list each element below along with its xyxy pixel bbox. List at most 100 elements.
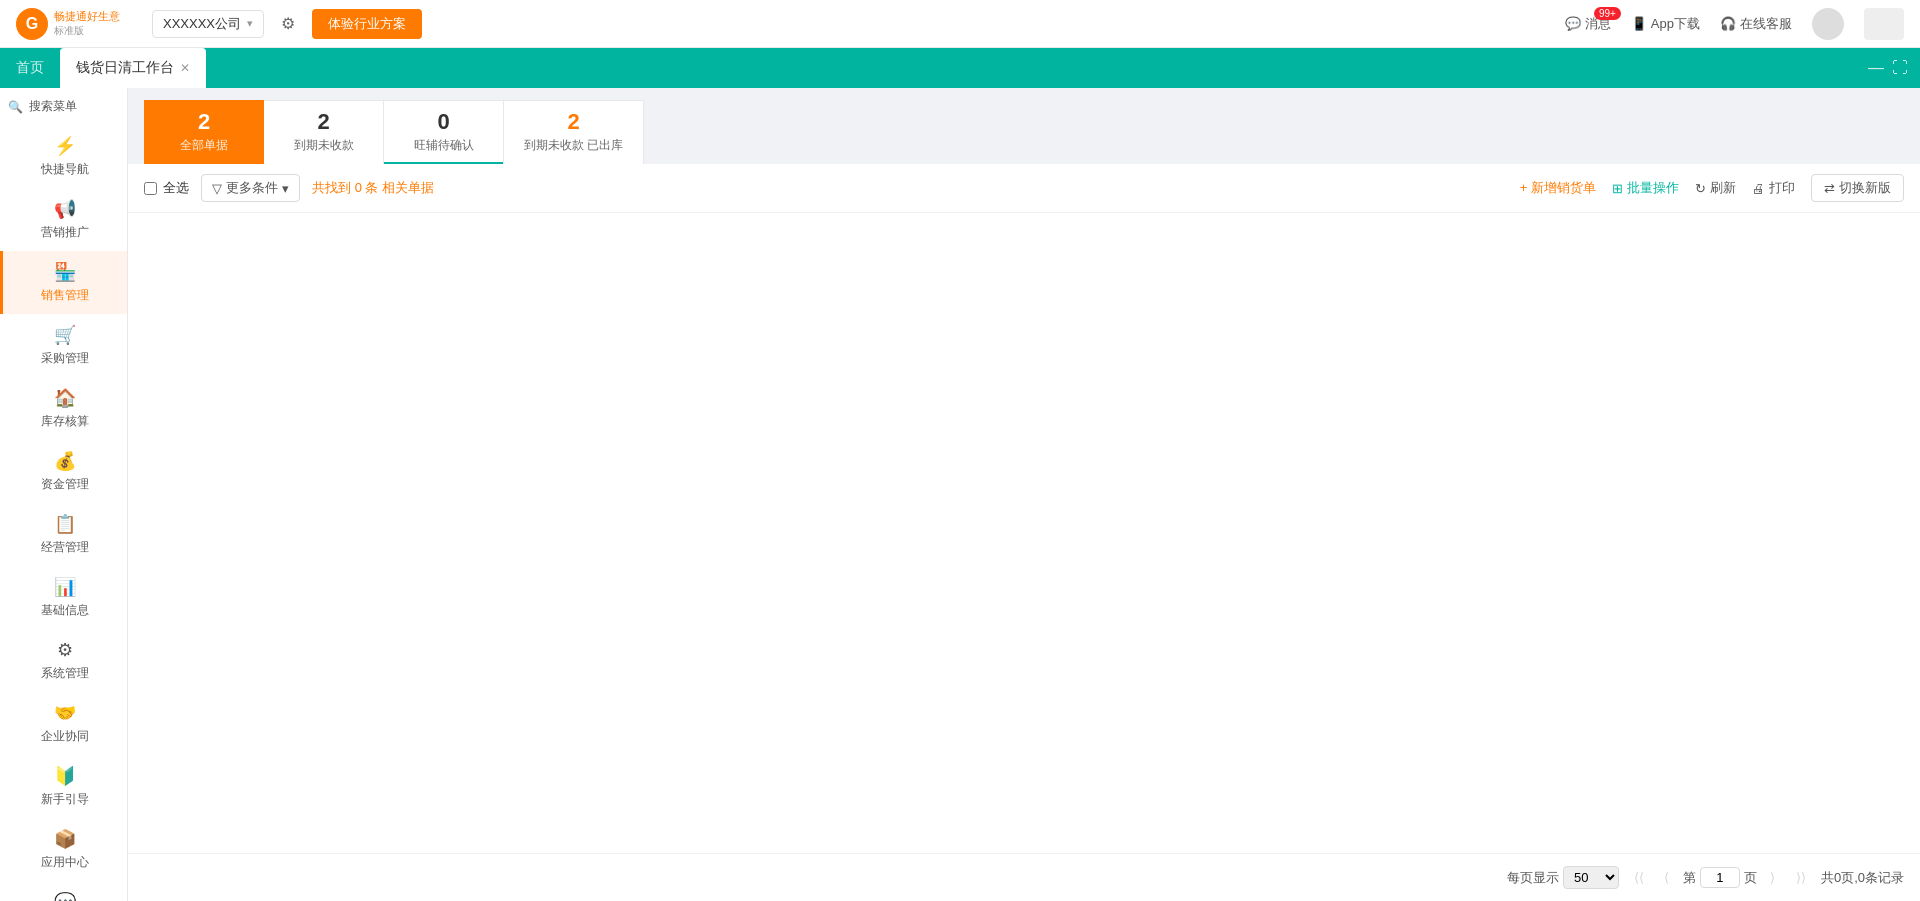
print-icon: 🖨	[1752, 181, 1765, 196]
cart-icon: 🛒	[54, 324, 76, 346]
sidebar-item-basic-info[interactable]: 📊 基础信息	[0, 566, 127, 629]
flash-icon: ⚡	[54, 135, 76, 157]
sidebar-item-inventory[interactable]: 🏠 库存核算	[0, 377, 127, 440]
message-badge: 99+	[1594, 7, 1621, 20]
main-layout: 🔍 搜索菜单 ⚡ 快捷导航 📢 营销推广 🏪 销售管理 🛒 采购管理 🏠 库存核…	[0, 88, 1920, 901]
more-filter-button[interactable]: ▽ 更多条件 ▾	[201, 174, 300, 202]
chevron-down-icon: ▾	[247, 17, 253, 30]
tab-work-station[interactable]: 钱货日清工作台 ✕	[60, 48, 206, 88]
print-button[interactable]: 🖨 打印	[1752, 179, 1795, 197]
refresh-button[interactable]: ↻ 刷新	[1695, 179, 1736, 197]
sidebar-item-quick-nav[interactable]: ⚡ 快捷导航	[0, 125, 127, 188]
money-icon: 💰	[54, 450, 76, 472]
user-menu[interactable]	[1864, 8, 1904, 40]
settings-icon[interactable]: ⚙	[272, 8, 304, 40]
stats-tabs: 2 全部单据 2 到期未收款 0 旺辅待确认 2 到期未收款 已出库	[128, 88, 1920, 164]
stat-count-all: 2	[165, 111, 243, 133]
megaphone-icon: 📢	[54, 198, 76, 220]
sidebar-item-guide[interactable]: 🔰 新手引导	[0, 755, 127, 818]
sidebar-item-purchase[interactable]: 🛒 采购管理	[0, 314, 127, 377]
sidebar-item-marketing[interactable]: 📢 营销推广	[0, 188, 127, 251]
select-all-checkbox[interactable]: 全选	[144, 179, 189, 197]
headset-icon: 🎧	[1720, 16, 1736, 31]
sidebar-item-operations[interactable]: 📋 经营管理	[0, 503, 127, 566]
company-selector[interactable]: XXXXXX公司 ▾	[152, 10, 264, 38]
company-name: XXXXXX公司	[163, 15, 241, 33]
sidebar-item-finance[interactable]: 💰 资金管理	[0, 440, 127, 503]
badge-icon: 🔰	[54, 765, 76, 787]
chevron-down-icon: ▾	[282, 181, 289, 196]
top-right-actions: 💬 消息 99+ 📱 App下载 🎧 在线客服	[1565, 8, 1904, 40]
store-icon: 🏪	[54, 261, 76, 283]
logo-text: 畅捷通好生意	[54, 9, 120, 23]
tab-home[interactable]: 首页	[0, 48, 60, 88]
message-button[interactable]: 💬 消息 99+	[1565, 15, 1611, 33]
logo-icon: G	[16, 8, 48, 40]
stat-label-wangfu: 旺辅待确认	[404, 137, 483, 154]
sidebar-item-system[interactable]: ⚙ 系统管理	[0, 629, 127, 692]
page-input[interactable]	[1700, 867, 1740, 888]
sidebar-item-wechat[interactable]: 💬 企业微信	[0, 881, 127, 901]
found-text: 共找到 0 条 相关单据	[312, 179, 434, 197]
chart-icon: 📊	[54, 576, 76, 598]
tab-close-icon[interactable]: ✕	[180, 61, 190, 75]
handshake-icon: 🤝	[54, 702, 76, 724]
stat-label-overdue-shipped: 到期未收款 已出库	[524, 137, 623, 154]
batch-icon: ⊞	[1612, 181, 1623, 196]
switch-icon: ⇄	[1824, 181, 1835, 196]
app-download-button[interactable]: 📱 App下载	[1631, 15, 1700, 33]
search-icon: 🔍	[8, 100, 23, 114]
add-sale-button[interactable]: + 新增销货单	[1520, 179, 1596, 197]
search-menu-button[interactable]: 🔍 搜索菜单	[0, 88, 127, 125]
tab-bar-right: — ⛶	[1868, 59, 1920, 77]
select-all-input[interactable]	[144, 182, 157, 195]
minimize-icon[interactable]: —	[1868, 59, 1884, 77]
pagination: 每页显示 50 20 100 ⟨⟨ ⟨ 第 页 ⟩ ⟩⟩ 共0页,0	[128, 853, 1920, 901]
download-icon: 📱	[1631, 16, 1647, 31]
logo-sub: 标准版	[54, 24, 120, 38]
page-navigation: ⟨⟨ ⟨ 第 页 ⟩ ⟩⟩	[1627, 866, 1813, 890]
avatar[interactable]	[1812, 8, 1844, 40]
content-area: 全选 ▽ 更多条件 ▾ 共找到 0 条 相关单据 + 新增销货单 ⊞	[128, 164, 1920, 901]
trial-button[interactable]: 体验行业方案	[312, 9, 422, 39]
stat-label-overdue: 到期未收款	[284, 137, 363, 154]
chat-icon: 💬	[54, 891, 76, 901]
refresh-icon: ↻	[1695, 181, 1706, 196]
tab-bar: 首页 钱货日清工作台 ✕ — ⛶	[0, 48, 1920, 88]
message-icon: 💬	[1565, 16, 1581, 31]
box-icon: 📦	[54, 828, 76, 850]
stat-count-overdue: 2	[284, 111, 363, 133]
stat-count-overdue-shipped: 2	[524, 111, 623, 133]
main-content: 2 全部单据 2 到期未收款 0 旺辅待确认 2 到期未收款 已出库	[128, 88, 1920, 901]
filter-icon: ▽	[212, 181, 222, 196]
total-records: 共0页,0条记录	[1821, 869, 1904, 887]
gear-icon: ⚙	[57, 639, 73, 661]
page-size-select[interactable]: 50 20 100	[1563, 866, 1619, 889]
clipboard-icon: 📋	[54, 513, 76, 535]
toolbar: 全选 ▽ 更多条件 ▾ 共找到 0 条 相关单据 + 新增销货单 ⊞	[128, 164, 1920, 213]
stat-tab-overdue-shipped[interactable]: 2 到期未收款 已出库	[504, 100, 644, 164]
stat-tab-wangfu[interactable]: 0 旺辅待确认	[384, 100, 504, 164]
prev-page-button[interactable]: ⟨	[1655, 866, 1679, 890]
switch-version-button[interactable]: ⇄ 切换新版	[1811, 174, 1904, 202]
sidebar-item-enterprise[interactable]: 🤝 企业协同	[0, 692, 127, 755]
stat-tab-overdue[interactable]: 2 到期未收款	[264, 100, 384, 164]
batch-operation-button[interactable]: ⊞ 批量操作	[1612, 179, 1679, 197]
stat-label-all: 全部单据	[165, 137, 243, 154]
sidebar: 🔍 搜索菜单 ⚡ 快捷导航 📢 营销推广 🏪 销售管理 🛒 采购管理 🏠 库存核…	[0, 88, 128, 901]
home-icon: 🏠	[54, 387, 76, 409]
found-count: 0	[355, 180, 362, 195]
toolbar-right: + 新增销货单 ⊞ 批量操作 ↻ 刷新 🖨 打印 ⇄	[1520, 174, 1904, 202]
logo-area: G 畅捷通好生意 标准版	[16, 8, 144, 40]
sidebar-item-app-center[interactable]: 📦 应用中心	[0, 818, 127, 881]
last-page-button[interactable]: ⟩⟩	[1789, 866, 1813, 890]
table-area	[128, 213, 1920, 853]
online-service-button[interactable]: 🎧 在线客服	[1720, 15, 1792, 33]
stat-tab-all[interactable]: 2 全部单据	[144, 100, 264, 164]
next-page-button[interactable]: ⟩	[1761, 866, 1785, 890]
top-bar: G 畅捷通好生意 标准版 XXXXXX公司 ▾ ⚙ 体验行业方案 💬 消息 99…	[0, 0, 1920, 48]
stat-count-wangfu: 0	[404, 111, 483, 133]
first-page-button[interactable]: ⟨⟨	[1627, 866, 1651, 890]
sidebar-item-sales[interactable]: 🏪 销售管理	[0, 251, 127, 314]
maximize-icon[interactable]: ⛶	[1892, 59, 1908, 77]
